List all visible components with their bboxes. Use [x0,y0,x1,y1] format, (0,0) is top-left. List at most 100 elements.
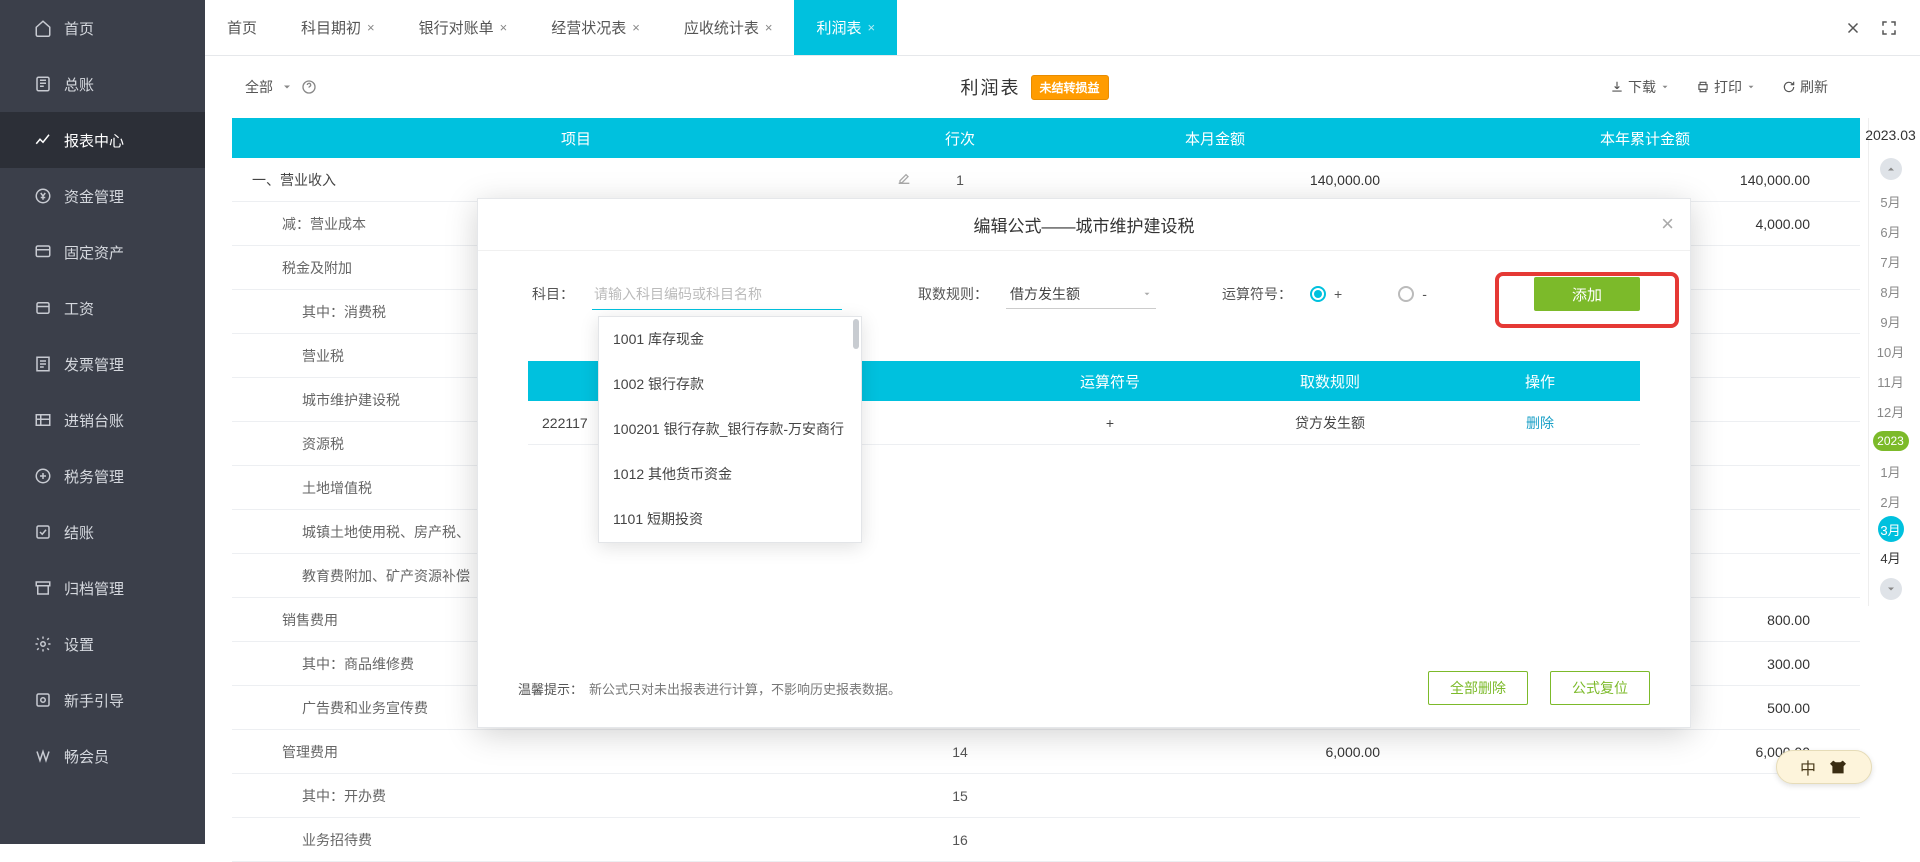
tab-profit-report[interactable]: 利润表× [794,0,897,55]
chevron-down-icon [1660,82,1670,92]
tab-label: 首页 [227,17,257,38]
sidebar-item-inventory[interactable]: 进销台账 [0,392,205,448]
sidebar-item-archive[interactable]: 归档管理 [0,560,205,616]
tab-operating-status[interactable]: 经营状况表 × [529,0,662,55]
delete-all-button[interactable]: 全部删除 [1428,671,1528,705]
sidebar-item-fixed-assets[interactable]: 固定资产 [0,224,205,280]
operator-minus-radio[interactable]: - [1398,286,1427,302]
table-row: 管理费用146,000.006,000.00 [232,730,1860,774]
action-label: 刷新 [1800,77,1828,97]
sidebar-item-ledger[interactable]: 总账 [0,56,205,112]
tab-receivable-stats[interactable]: 应收统计表× [662,0,795,55]
dropdown-item[interactable]: 100201 银行存款_银行存款-万安商行 [599,407,861,452]
cell-row: 1 [920,172,1000,188]
tab-bank-statement[interactable]: 银行对账单 × [397,0,530,55]
sidebar-item-closing[interactable]: 结账 [0,504,205,560]
ime-indicator[interactable]: 中 [1776,750,1872,784]
month-item[interactable]: 6月 [1873,216,1909,246]
edit-formula-icon[interactable] [896,170,912,186]
delete-row-link[interactable]: 删除 [1526,415,1554,431]
sidebar-item-funds[interactable]: 资金管理 [0,168,205,224]
sidebar-item-tax[interactable]: 税务管理 [0,448,205,504]
month-item[interactable]: 2月 [1873,486,1909,516]
cell-name: 业务招待费 [232,830,920,850]
sidebar-item-settings[interactable]: 设置 [0,616,205,672]
action-label: 打印 [1714,77,1742,97]
close-icon[interactable]: × [632,20,640,35]
close-all-icon[interactable] [1844,19,1862,37]
table-header: 项目 行次 本月金额 本年累计金额 [232,118,1860,158]
month-item[interactable]: 1月 [1873,456,1909,486]
close-icon[interactable]: × [867,20,875,35]
page-title: 利润表 [960,74,1020,100]
action-label: 下载 [1628,77,1656,97]
print-icon [1696,80,1710,94]
operator-label: 运算符号： [1222,284,1292,304]
modal-header: 编辑公式——城市维护建设税 × [478,199,1690,251]
sidebar-item-vip[interactable]: 畅会员 [0,728,205,784]
sidebar-item-home[interactable]: 首页 [0,0,205,56]
month-item[interactable]: 12月 [1873,396,1909,426]
cell-name: 其中：开办费 [232,786,920,806]
sidebar-item-label: 首页 [64,18,94,39]
archive-icon [30,579,56,597]
form-row: 科目： 取数规则： 借方发生额 运算符号： + - 添加 [528,277,1640,311]
dropdown-item[interactable]: 1001 库存现金 [599,317,861,362]
dropdown-item[interactable]: 1101 短期投资 [599,497,861,542]
add-button[interactable]: 添加 [1534,277,1640,311]
month-item[interactable]: 10月 [1873,336,1909,366]
shirt-icon [1828,759,1848,775]
help-icon[interactable] [301,79,317,95]
close-icon[interactable]: × [500,20,508,35]
tab-subject-initial[interactable]: 科目期初× [279,0,397,55]
sidebar-item-label: 畅会员 [64,746,109,767]
sidebar-item-salary[interactable]: 工资 [0,280,205,336]
fullscreen-icon[interactable] [1880,19,1898,37]
sidebar-item-reports[interactable]: 报表中心 [0,112,205,168]
month-item[interactable]: 8月 [1873,276,1909,306]
sidebar-item-invoice[interactable]: 发票管理 [0,336,205,392]
refresh-button[interactable]: 刷新 [1782,77,1828,97]
reset-formula-button[interactable]: 公式复位 [1550,671,1650,705]
filter-label: 全部 [245,77,273,97]
year-badge[interactable]: 2023 [1873,431,1909,451]
scrollbar[interactable] [853,319,859,349]
dropdown-item[interactable]: 1002 银行存款 [599,362,861,407]
cell-month: 6,000.00 [1000,744,1430,760]
operator-plus-radio[interactable]: + [1310,286,1342,302]
invoice-icon [30,355,56,373]
col-header-month: 本月金额 [1000,128,1430,149]
month-item[interactable]: 9月 [1873,306,1909,336]
month-item[interactable]: 4月 [1873,542,1909,572]
month-item[interactable]: 5月 [1873,186,1909,216]
toolbar-actions: 下载 打印 刷新 [1610,77,1828,97]
print-button[interactable]: 打印 [1696,77,1756,97]
modal-close-button[interactable]: × [1661,211,1674,237]
toolbar: 全部 利润表 未结转损益 下载 打印 刷新 [205,56,1864,118]
close-icon[interactable]: × [765,20,773,35]
sidebar-item-label: 进销台账 [64,410,124,431]
reports-icon [30,131,56,149]
sidebar-item-label: 设置 [64,634,94,655]
tab-label: 银行对账单 [419,17,494,38]
scroll-up-icon[interactable] [1880,158,1902,180]
scroll-down-icon[interactable] [1880,578,1902,600]
month-item-active[interactable]: 3月 [1878,516,1904,542]
tab-label: 经营状况表 [551,17,626,38]
close-icon[interactable]: × [367,20,375,35]
col-header-year: 本年累计金额 [1430,128,1860,149]
sidebar-item-label: 发票管理 [64,354,124,375]
month-item[interactable]: 7月 [1873,246,1909,276]
col-operator: 运算符号 [1000,371,1220,392]
dropdown-item[interactable]: 1012 其他货币资金 [599,452,861,497]
month-item[interactable]: 11月 [1873,366,1909,396]
subject-input[interactable] [592,278,842,310]
filter-dropdown[interactable]: 全部 [245,77,317,97]
tab-home[interactable]: 首页 [205,0,279,55]
download-button[interactable]: 下载 [1610,77,1670,97]
rule-select[interactable]: 借方发生额 [1006,280,1156,309]
sidebar-item-label: 固定资产 [64,242,124,263]
table-row: 业务招待费16 [232,818,1860,862]
rule-label: 取数规则： [918,284,988,304]
sidebar-item-guide[interactable]: 新手引导 [0,672,205,728]
